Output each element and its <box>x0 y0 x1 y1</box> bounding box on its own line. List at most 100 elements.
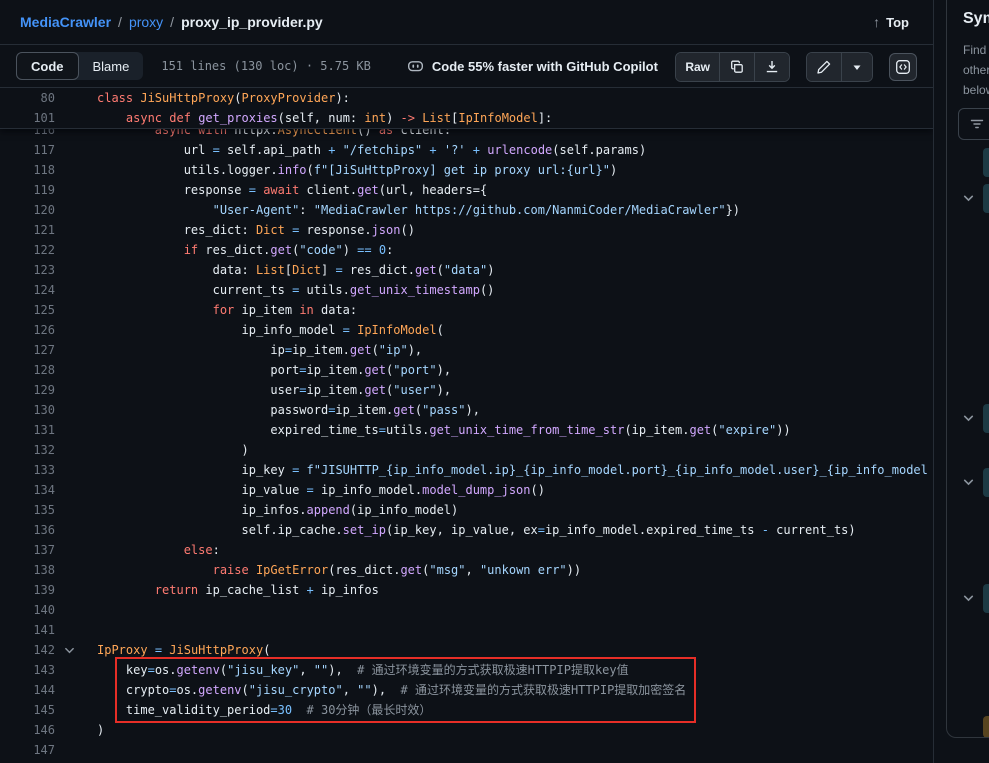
symbol-chip[interactable] <box>983 716 989 738</box>
chevron-down-icon[interactable] <box>962 592 975 605</box>
line-number[interactable]: 80 <box>0 88 55 108</box>
code-line: 120 "User-Agent": "MediaCrawler https://… <box>0 200 933 220</box>
line-number[interactable]: 134 <box>0 480 55 500</box>
code-line: 142 IpProxy = JiSuHttpProxy( <box>0 640 933 660</box>
desc-line: below <box>963 80 989 100</box>
download-button[interactable] <box>754 53 789 81</box>
line-number[interactable]: 146 <box>0 720 55 740</box>
line-number[interactable]: 130 <box>0 400 55 420</box>
line-number[interactable]: 118 <box>0 160 55 180</box>
download-icon <box>764 59 780 75</box>
code-text: current_ts = utils.get_unix_timestamp() <box>97 280 933 300</box>
symbol-chip[interactable] <box>983 468 989 497</box>
code-line: 136 self.ip_cache.set_ip(ip_key, ip_valu… <box>0 520 933 540</box>
chevron-down-icon[interactable] <box>962 412 975 425</box>
line-number[interactable]: 125 <box>0 300 55 320</box>
code-text: self.ip_cache.set_ip(ip_key, ip_value, e… <box>97 520 933 540</box>
fold-gutter <box>55 380 97 400</box>
line-number[interactable]: 138 <box>0 560 55 580</box>
code-text: ) <box>97 720 933 740</box>
code-text: ip=ip_item.get("ip"), <box>97 340 933 360</box>
fold-gutter <box>55 88 97 108</box>
copy-button[interactable] <box>719 53 754 81</box>
code-viewer: 116 async with httpx.AsyncClient() as cl… <box>0 88 933 763</box>
code-line: 125 for ip_item in data: <box>0 300 933 320</box>
line-number[interactable]: 126 <box>0 320 55 340</box>
line-number[interactable]: 141 <box>0 620 55 640</box>
line-number[interactable]: 140 <box>0 600 55 620</box>
code-line: 80class JiSuHttpProxy(ProxyProvider): <box>0 88 933 108</box>
symbol-chip[interactable] <box>983 148 989 177</box>
code-text: ) <box>97 440 933 460</box>
tab-blame[interactable]: Blame <box>79 52 144 80</box>
symbol-chip[interactable] <box>983 184 989 213</box>
code-line: 145 time_validity_period=30 # 30分钟（最长时效） <box>0 700 933 720</box>
line-number[interactable]: 128 <box>0 360 55 380</box>
line-number[interactable]: 117 <box>0 140 55 160</box>
line-number[interactable]: 129 <box>0 380 55 400</box>
code-line: 143 key=os.getenv("jisu_key", ""), # 通过环… <box>0 660 933 680</box>
line-number[interactable]: 144 <box>0 680 55 700</box>
fold-gutter <box>55 520 97 540</box>
symbols-tree-row <box>947 184 989 213</box>
raw-button[interactable]: Raw <box>676 53 719 81</box>
fold-gutter <box>55 480 97 500</box>
breadcrumb-repo-link[interactable]: MediaCrawler <box>20 14 111 30</box>
code-text: ip_info_model = IpInfoModel( <box>97 320 933 340</box>
copilot-banner-text: Code 55% faster with GitHub Copilot <box>432 59 658 74</box>
chevron-down-icon[interactable] <box>962 192 975 205</box>
code-line: 127 ip=ip_item.get("ip"), <box>0 340 933 360</box>
symbols-toggle-button[interactable] <box>889 53 917 81</box>
symbol-chip[interactable] <box>983 584 989 613</box>
code-line: 124 current_ts = utils.get_unix_timestam… <box>0 280 933 300</box>
code-line: 123 data: List[Dict] = res_dict.get("dat… <box>0 260 933 280</box>
line-number[interactable]: 143 <box>0 660 55 680</box>
code-line: 119 response = await client.get(url, hea… <box>0 180 933 200</box>
fold-gutter <box>55 660 97 680</box>
collapse-chevron-icon[interactable] <box>64 645 75 656</box>
edit-group <box>806 52 873 82</box>
line-number[interactable]: 145 <box>0 700 55 720</box>
line-number[interactable]: 147 <box>0 740 55 760</box>
code-line: 147 <box>0 740 933 760</box>
edit-pencil-icon <box>816 59 832 75</box>
code-text: IpProxy = JiSuHttpProxy( <box>97 640 933 660</box>
copilot-banner[interactable]: Code 55% faster with GitHub Copilot <box>407 58 658 75</box>
line-number[interactable]: 119 <box>0 180 55 200</box>
breadcrumb: MediaCrawler / proxy / proxy_ip_provider… <box>0 0 933 44</box>
symbol-chip[interactable] <box>983 404 989 433</box>
line-number[interactable]: 135 <box>0 500 55 520</box>
code-text: res_dict: Dict = response.json() <box>97 220 933 240</box>
line-number[interactable]: 120 <box>0 200 55 220</box>
breadcrumb-folder-link[interactable]: proxy <box>129 14 163 30</box>
line-number[interactable]: 127 <box>0 340 55 360</box>
line-number[interactable]: 142 <box>0 640 55 660</box>
scroll-to-top-link[interactable]: ↑ Top <box>873 0 909 44</box>
tab-code[interactable]: Code <box>16 52 79 80</box>
code-line: 146) <box>0 720 933 740</box>
symbols-filter-input[interactable] <box>958 108 989 140</box>
line-number[interactable]: 137 <box>0 540 55 560</box>
fold-gutter <box>55 108 97 128</box>
line-number[interactable]: 131 <box>0 420 55 440</box>
line-number[interactable]: 136 <box>0 520 55 540</box>
line-number[interactable]: 122 <box>0 240 55 260</box>
code-text: else: <box>97 540 933 560</box>
line-number[interactable]: 139 <box>0 580 55 600</box>
code-text: url = self.api_path + "/fetchips" + '?' … <box>97 140 933 160</box>
edit-button[interactable] <box>807 53 841 81</box>
chevron-down-icon[interactable] <box>962 476 975 489</box>
code-blame-switcher: Code Blame <box>16 52 143 80</box>
desc-line: Find <box>963 40 989 60</box>
code-lines: 116 async with httpx.AsyncClient() as cl… <box>0 120 933 760</box>
fold-gutter <box>55 240 97 260</box>
line-number[interactable]: 123 <box>0 260 55 280</box>
line-number[interactable]: 101 <box>0 108 55 128</box>
code-text: raise IpGetError(res_dict.get("msg", "un… <box>97 560 933 580</box>
line-number[interactable]: 132 <box>0 440 55 460</box>
line-number[interactable]: 124 <box>0 280 55 300</box>
breadcrumb-separator: / <box>170 14 174 30</box>
line-number[interactable]: 133 <box>0 460 55 480</box>
line-number[interactable]: 121 <box>0 220 55 240</box>
edit-dropdown-button[interactable] <box>841 53 872 81</box>
